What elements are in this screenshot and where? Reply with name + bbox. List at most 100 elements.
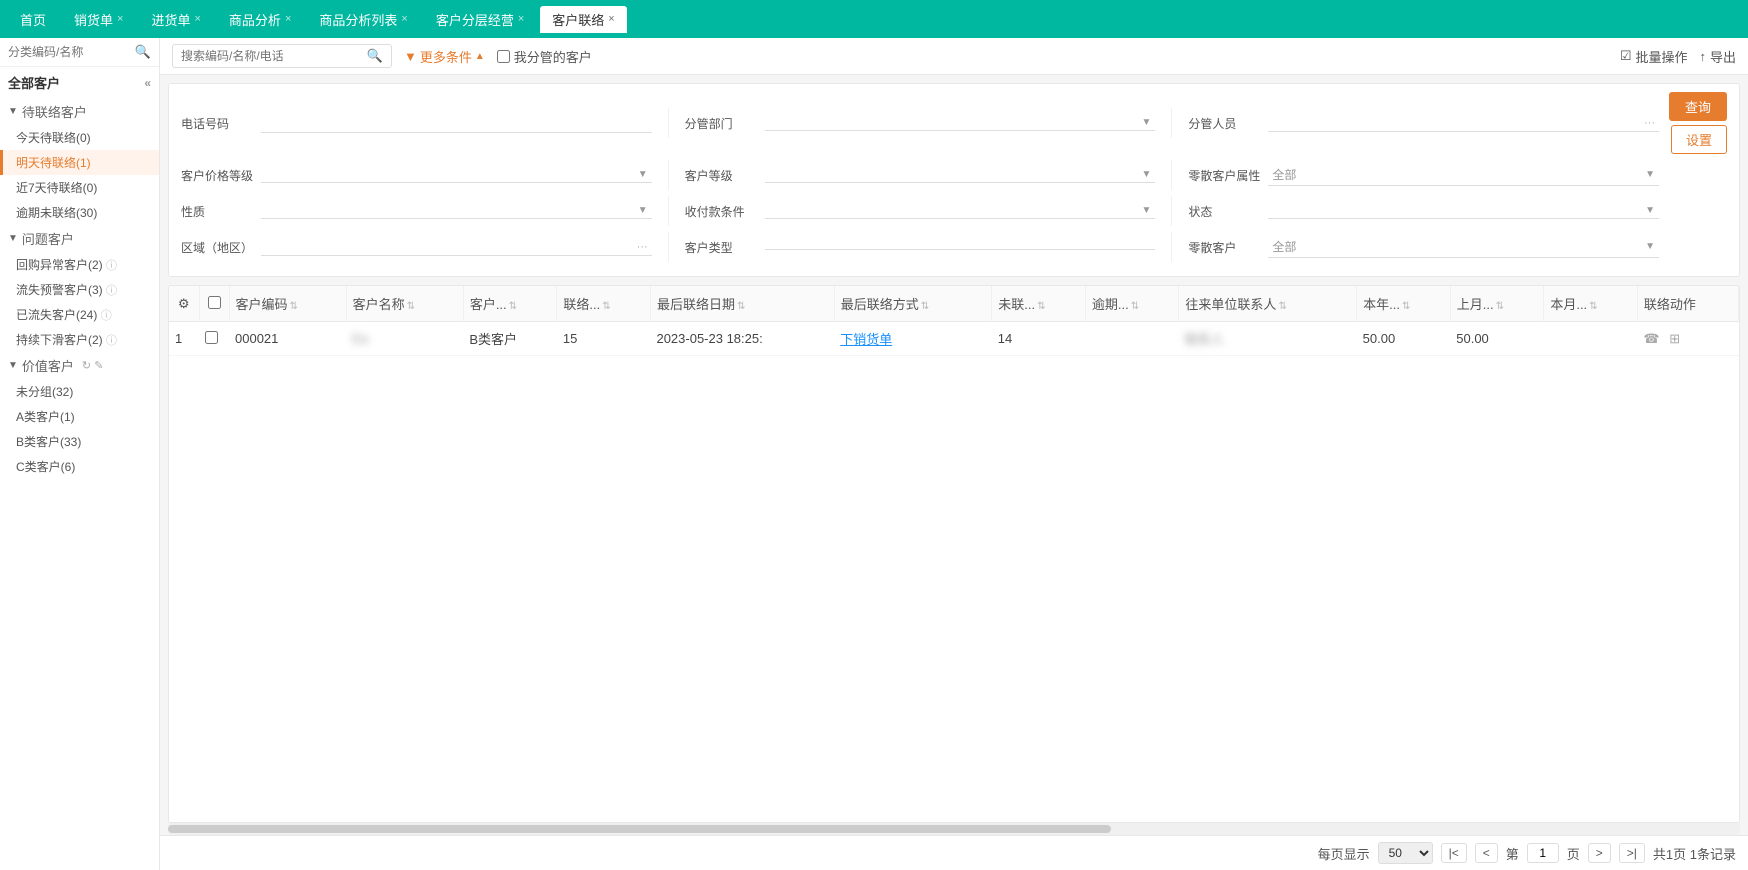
col-last-date[interactable]: 最后联络日期⇅ bbox=[650, 286, 834, 322]
col-name[interactable]: 客户名称⇅ bbox=[346, 286, 463, 322]
sidebar-group-pending: ▼ 待联络客户 bbox=[0, 98, 159, 125]
per-page-select[interactable]: 50 100 200 bbox=[1378, 842, 1433, 864]
sidebar-item-today[interactable]: 今天待联络(0) bbox=[0, 125, 159, 150]
col-this-month[interactable]: 本月...⇅ bbox=[1544, 286, 1638, 322]
filter-phone: 电话号码 bbox=[181, 114, 652, 133]
col-contact-count[interactable]: 联络...⇅ bbox=[557, 286, 651, 322]
filter-nature-select[interactable]: ▼ bbox=[261, 203, 652, 219]
my-customers-checkbox[interactable]: 我分管的客户 bbox=[497, 47, 592, 66]
col-unit-contact[interactable]: 往来单位联系人⇅ bbox=[1179, 286, 1357, 322]
query-button[interactable]: 查询 bbox=[1669, 92, 1727, 121]
filter-person-select[interactable]: ··· bbox=[1268, 115, 1659, 132]
more-conditions-btn[interactable]: ▼ 更多条件 ▲ bbox=[404, 47, 485, 66]
action-icon-grid[interactable]: ⊞ bbox=[1669, 331, 1680, 346]
sidebar-item-repurchase[interactable]: 回购异常客户(2) ⓘ bbox=[0, 252, 159, 277]
total-records: 共1页 1条记录 bbox=[1653, 844, 1736, 863]
data-table: ⚙ 客户编码⇅ 客户名称⇅ 客户...⇅ 联络...⇅ 最后联络日期⇅ 最后联络… bbox=[169, 286, 1739, 356]
filter-retail-customer-select[interactable]: 全部 ▼ bbox=[1268, 236, 1659, 258]
filter-customer-grade-select[interactable]: ▼ bbox=[765, 167, 1156, 183]
search-input[interactable] bbox=[181, 49, 363, 63]
filter-row-4: 区域（地区） ··· 客户类型 零散客户 bbox=[181, 232, 1727, 262]
sidebar-item-overdue[interactable]: 逾期未联络(30) bbox=[0, 200, 159, 225]
bulk-action-btn[interactable]: ☑ 批量操作 bbox=[1620, 47, 1688, 66]
first-page-btn[interactable]: |< bbox=[1441, 843, 1467, 863]
chevron-down-icon: ▼ bbox=[638, 205, 648, 216]
horizontal-scrollbar[interactable] bbox=[168, 823, 1740, 835]
sidebar-item-class-b[interactable]: B类客户(33) bbox=[0, 429, 159, 454]
more-icon[interactable]: ··· bbox=[637, 241, 648, 253]
export-btn[interactable]: ↑ 导出 bbox=[1699, 47, 1736, 66]
sidebar-group-value: ▼ 价值客户 ↻ ✎ bbox=[0, 352, 159, 379]
filter-divider bbox=[1171, 232, 1172, 262]
row-select-checkbox[interactable] bbox=[205, 331, 218, 344]
col-code[interactable]: 客户编码⇅ bbox=[229, 286, 346, 322]
filter-dept-select[interactable]: ▼ bbox=[765, 115, 1156, 131]
chevron-down-icon: ▼ bbox=[1141, 169, 1151, 180]
filter-value-grade-select[interactable]: ▼ bbox=[261, 167, 652, 183]
search-icon[interactable]: 🔍 bbox=[135, 44, 151, 60]
nav-goods-analysis[interactable]: 商品分析 × bbox=[217, 6, 303, 33]
sidebar-item-ungrouped[interactable]: 未分组(32) bbox=[0, 379, 159, 404]
filter-customer-type-select[interactable] bbox=[765, 245, 1156, 250]
chevron-down-icon: ▼ bbox=[1645, 169, 1655, 180]
col-actions: 联络动作 bbox=[1637, 286, 1738, 322]
col-type[interactable]: 客户...⇅ bbox=[463, 286, 557, 322]
close-icon[interactable]: × bbox=[518, 13, 524, 25]
nav-home[interactable]: 首页 bbox=[8, 6, 58, 33]
filter-divider bbox=[1171, 160, 1172, 190]
nav-sales[interactable]: 销货单 × bbox=[62, 6, 135, 33]
more-icon[interactable]: ··· bbox=[1644, 117, 1655, 129]
filter-retail-attr-select[interactable]: 全部 ▼ bbox=[1268, 164, 1659, 186]
row-type: B类客户 bbox=[463, 322, 557, 356]
row-checkbox[interactable] bbox=[199, 322, 229, 356]
next-page-btn[interactable]: > bbox=[1588, 843, 1611, 863]
nav-customer-contact[interactable]: 客户联络 × bbox=[540, 6, 626, 33]
close-icon[interactable]: × bbox=[608, 13, 614, 25]
filter-status-select[interactable]: ▼ bbox=[1268, 203, 1659, 219]
col-unlinked[interactable]: 未联...⇅ bbox=[992, 286, 1086, 322]
last-page-btn[interactable]: >| bbox=[1619, 843, 1645, 863]
scroll-thumb[interactable] bbox=[168, 825, 1111, 833]
sidebar-item-tomorrow[interactable]: 明天待联络(1) bbox=[0, 150, 159, 175]
col-overdue[interactable]: 逾期...⇅ bbox=[1085, 286, 1179, 322]
page-number-input[interactable] bbox=[1527, 843, 1559, 863]
filter-payment-select[interactable]: ▼ bbox=[765, 203, 1156, 219]
close-icon[interactable]: × bbox=[194, 13, 200, 25]
col-last-month[interactable]: 上月...⇅ bbox=[1450, 286, 1544, 322]
sidebar-item-class-c[interactable]: C类客户(6) bbox=[0, 454, 159, 479]
my-customers-check[interactable] bbox=[497, 50, 510, 63]
filter-divider bbox=[1171, 108, 1172, 138]
sidebar-item-class-a[interactable]: A类客户(1) bbox=[0, 404, 159, 429]
nav-purchase[interactable]: 进货单 × bbox=[139, 6, 212, 33]
filter-region-select[interactable]: ··· bbox=[261, 239, 652, 256]
prev-page-btn[interactable]: < bbox=[1475, 843, 1498, 863]
sidebar-item-churned[interactable]: 已流失客户(24) ⓘ bbox=[0, 302, 159, 327]
set-button[interactable]: 设置 bbox=[1671, 125, 1727, 154]
col-this-year[interactable]: 本年...⇅ bbox=[1357, 286, 1451, 322]
row-overdue bbox=[1085, 322, 1179, 356]
checkbox-col-header[interactable] bbox=[199, 286, 229, 322]
sidebar-search-input[interactable] bbox=[8, 45, 131, 59]
sidebar-item-declining[interactable]: 持续下滑客户(2) ⓘ bbox=[0, 327, 159, 352]
close-icon[interactable]: × bbox=[117, 13, 123, 25]
select-all-checkbox[interactable] bbox=[208, 296, 221, 309]
nav-goods-analysis-list[interactable]: 商品分析列表 × bbox=[307, 6, 419, 33]
row-last-method[interactable]: 下销货单 bbox=[834, 322, 992, 356]
filter-divider bbox=[668, 196, 669, 226]
sidebar-all-customers[interactable]: 全部客户 « bbox=[0, 67, 159, 98]
search-icon[interactable]: 🔍 bbox=[367, 48, 383, 64]
filter-status: 状态 ▼ bbox=[1188, 203, 1659, 220]
sidebar-item-7days[interactable]: 近7天待联络(0) bbox=[0, 175, 159, 200]
action-icon-phone[interactable]: ☎ bbox=[1643, 331, 1659, 346]
settings-col-header[interactable]: ⚙ bbox=[169, 286, 199, 322]
close-icon[interactable]: × bbox=[401, 13, 407, 25]
nav-customer-tier[interactable]: 客户分层经营 × bbox=[424, 6, 536, 33]
filter-dept: 分管部门 ▼ bbox=[685, 115, 1156, 132]
col-last-method[interactable]: 最后联络方式⇅ bbox=[834, 286, 992, 322]
chevron-down-icon: ▼ bbox=[1645, 205, 1655, 216]
filter-phone-input[interactable] bbox=[261, 114, 652, 133]
row-index: 1 bbox=[169, 322, 199, 356]
sidebar-item-churn-warning[interactable]: 流失预警客户(3) ⓘ bbox=[0, 277, 159, 302]
close-icon[interactable]: × bbox=[285, 13, 291, 25]
search-input-wrap: 🔍 bbox=[172, 44, 392, 68]
